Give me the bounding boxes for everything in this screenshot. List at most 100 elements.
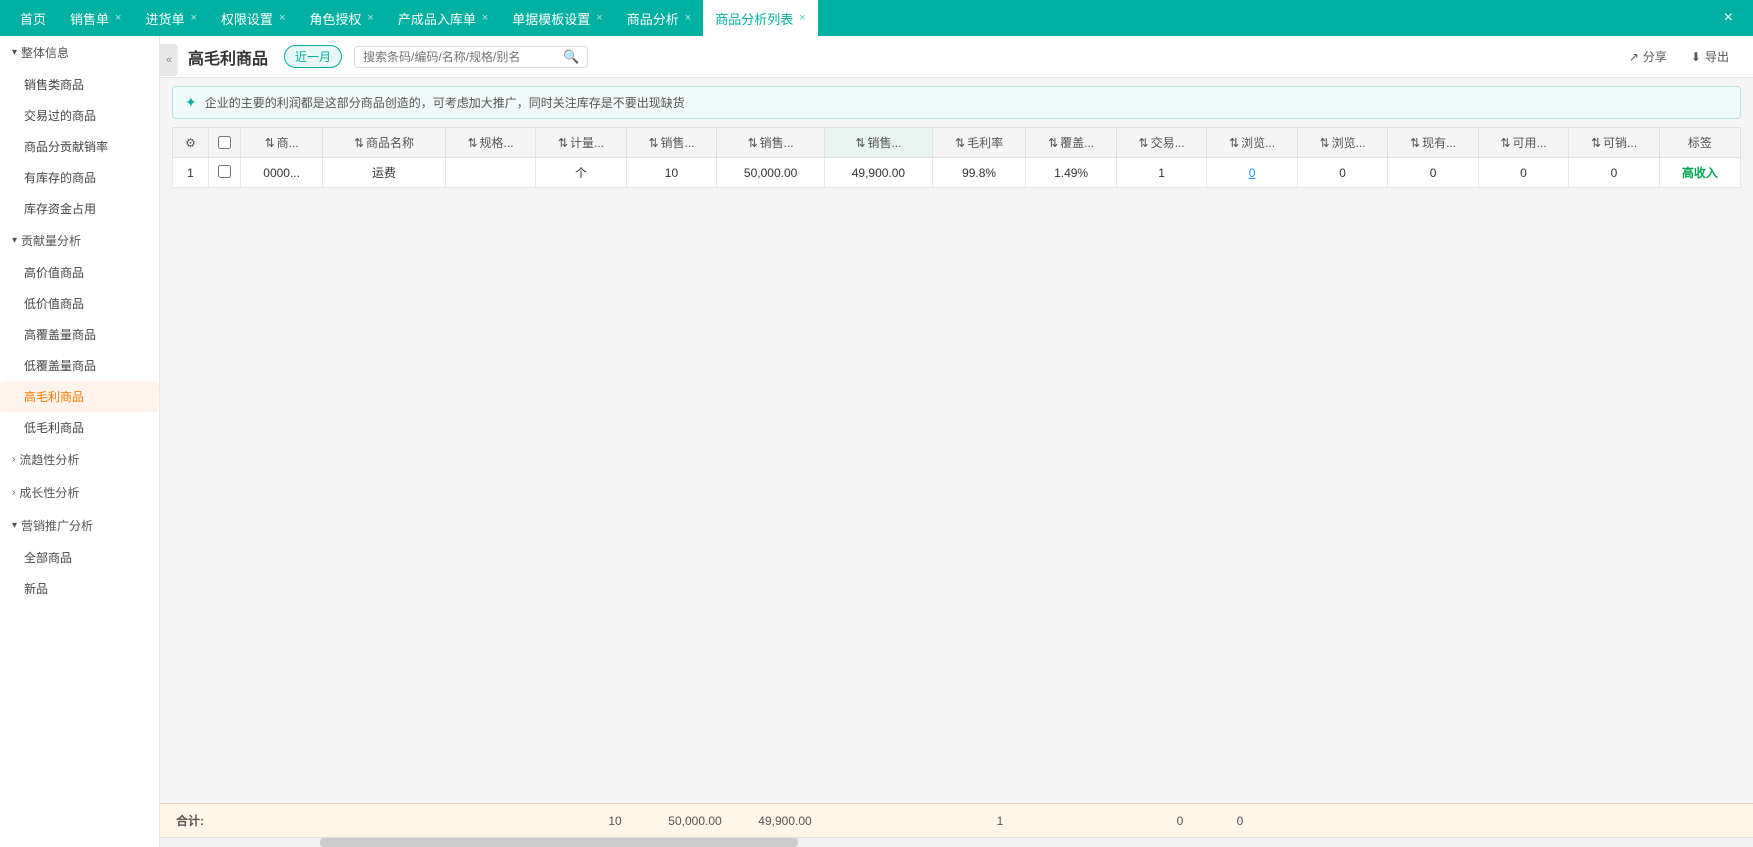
sidebar-item-stock-capital[interactable]: 库存资金占用 bbox=[0, 193, 159, 224]
footer-sales-qty: 10 bbox=[580, 814, 650, 828]
sidebar-section-trend[interactable]: › 流趋性分析 bbox=[0, 443, 159, 476]
sidebar-item-high-value[interactable]: 高价值商品 bbox=[0, 257, 159, 288]
close-purchase-order-icon[interactable]: × bbox=[190, 12, 196, 24]
main-layout: ▾ 整体信息 销售类商品 交易过的商品 商品分贡献销率 有库存的商品 库存资金占… bbox=[0, 36, 1753, 847]
row-checkbox[interactable] bbox=[218, 165, 231, 178]
close-sales-order-icon[interactable]: × bbox=[115, 12, 121, 24]
sidebar-section-overall[interactable]: ▾ 整体信息 bbox=[0, 36, 159, 69]
footer-trade-count: 1 bbox=[970, 814, 1030, 828]
col-sales-profit[interactable]: ⇅销售... bbox=[825, 128, 933, 158]
export-icon: ⬇ bbox=[1691, 50, 1701, 64]
search-input-wrap: 🔍 bbox=[354, 46, 588, 68]
col-current-stock[interactable]: ⇅现有... bbox=[1388, 128, 1478, 158]
total-label: 合计: bbox=[176, 812, 204, 829]
sidebar-section-marketing[interactable]: ▾ 营销推广分析 bbox=[0, 509, 159, 542]
cell-current-stock: 0 bbox=[1388, 158, 1478, 188]
sidebar-item-high-margin[interactable]: 高毛利商品 bbox=[0, 381, 159, 412]
page-title: 高毛利商品 bbox=[188, 45, 268, 69]
col-name[interactable]: ⇅商品名称 bbox=[323, 128, 446, 158]
cell-sales-profit: 49,900.00 bbox=[825, 158, 933, 188]
footer-sales-profit: 49,900.00 bbox=[740, 814, 830, 828]
content-area: « 高毛利商品 近一月 🔍 ↗ 分享 ⬇ 导出 ✦ 企业的主要的利润都是这部分商… bbox=[160, 36, 1753, 847]
col-available-stock[interactable]: ⇅可用... bbox=[1478, 128, 1568, 158]
footer-browse1 bbox=[1030, 814, 1090, 828]
share-icon: ↗ bbox=[1629, 50, 1639, 64]
cell-sales-qty: 10 bbox=[626, 158, 716, 188]
tip-icon: ✦ bbox=[185, 94, 197, 111]
nav-permission-settings[interactable]: 权限设置 × bbox=[209, 0, 297, 36]
cell-browse1[interactable]: 0 bbox=[1207, 158, 1297, 188]
close-template-settings-icon[interactable]: × bbox=[596, 12, 602, 24]
cell-index: 1 bbox=[173, 158, 209, 188]
settings-icon[interactable]: ⚙ bbox=[185, 136, 196, 150]
cell-unit: 个 bbox=[536, 158, 626, 188]
col-checkbox bbox=[209, 128, 241, 158]
content-header: 高毛利商品 近一月 🔍 ↗ 分享 ⬇ 导出 bbox=[160, 36, 1753, 78]
bottom-scrollbar[interactable] bbox=[160, 837, 1753, 847]
sidebar-item-in-stock-goods[interactable]: 有库存的商品 bbox=[0, 162, 159, 193]
sidebar-item-high-coverage[interactable]: 高覆盖量商品 bbox=[0, 319, 159, 350]
nav-product-analysis[interactable]: 商品分析 × bbox=[615, 0, 703, 36]
sidebar-section-contribution[interactable]: ▾ 贡献量分析 bbox=[0, 224, 159, 257]
data-table-wrap: ⚙ ⇅商... ⇅商品名称 ⇅规格... ⇅计量... ⇅销售... ⇅销售..… bbox=[172, 127, 1741, 803]
nav-sales-order[interactable]: 销售单 × bbox=[58, 0, 133, 36]
arrow-growth-icon: › bbox=[12, 487, 15, 498]
arrow-overall-icon: ▾ bbox=[12, 47, 17, 58]
sidebar-item-low-coverage[interactable]: 低覆盖量商品 bbox=[0, 350, 159, 381]
col-coverage[interactable]: ⇅覆盖... bbox=[1026, 128, 1116, 158]
data-table: ⚙ ⇅商... ⇅商品名称 ⇅规格... ⇅计量... ⇅销售... ⇅销售..… bbox=[172, 127, 1741, 188]
close-product-analysis-icon[interactable]: × bbox=[685, 12, 691, 24]
col-code[interactable]: ⇅商... bbox=[241, 128, 323, 158]
search-icon[interactable]: 🔍 bbox=[563, 49, 579, 65]
cell-tag: 高收入 bbox=[1659, 158, 1740, 188]
nav-role-auth[interactable]: 角色授权 × bbox=[297, 0, 385, 36]
cell-browse2: 0 bbox=[1297, 158, 1387, 188]
export-button[interactable]: ⬇ 导出 bbox=[1683, 44, 1737, 69]
close-product-inbound-icon[interactable]: × bbox=[482, 12, 488, 24]
col-browse1[interactable]: ⇅浏览... bbox=[1207, 128, 1297, 158]
col-trade-count[interactable]: ⇅交易... bbox=[1116, 128, 1206, 158]
select-all-checkbox[interactable] bbox=[218, 136, 231, 149]
window-close-button[interactable]: × bbox=[1712, 9, 1745, 27]
col-saleable-stock[interactable]: ⇅可销... bbox=[1569, 128, 1659, 158]
cell-coverage: 1.49% bbox=[1026, 158, 1116, 188]
close-permission-settings-icon[interactable]: × bbox=[279, 12, 285, 24]
sidebar-item-goods-contribution[interactable]: 商品分贡献销率 bbox=[0, 131, 159, 162]
col-spec[interactable]: ⇅规格... bbox=[445, 128, 535, 158]
sidebar-section-growth[interactable]: › 成长性分析 bbox=[0, 476, 159, 509]
share-button[interactable]: ↗ 分享 bbox=[1621, 44, 1675, 69]
close-role-auth-icon[interactable]: × bbox=[367, 12, 373, 24]
cell-sales-amount: 50,000.00 bbox=[717, 158, 825, 188]
arrow-trend-icon: › bbox=[12, 454, 15, 465]
top-navigation: 首页 销售单 × 进货单 × 权限设置 × 角色授权 × 产成品入库单 × 单据… bbox=[0, 0, 1753, 36]
nav-product-analysis-list[interactable]: 商品分析列表 × bbox=[703, 0, 817, 36]
arrow-contribution-icon: ▾ bbox=[12, 235, 17, 246]
col-sales-amount[interactable]: ⇅销售... bbox=[717, 128, 825, 158]
sidebar-item-traded-goods[interactable]: 交易过的商品 bbox=[0, 100, 159, 131]
col-unit[interactable]: ⇅计量... bbox=[536, 128, 626, 158]
time-filter-button[interactable]: 近一月 bbox=[284, 45, 342, 68]
sidebar-item-low-value[interactable]: 低价值商品 bbox=[0, 288, 159, 319]
sidebar-item-low-margin[interactable]: 低毛利商品 bbox=[0, 412, 159, 443]
nav-purchase-order[interactable]: 进货单 × bbox=[133, 0, 208, 36]
tip-text: 企业的主要的利润都是这部分商品创造的，可考虑加大推广，同时关注库存是不要出现缺货 bbox=[205, 94, 685, 111]
col-browse2[interactable]: ⇅浏览... bbox=[1297, 128, 1387, 158]
cell-code: 0000... bbox=[241, 158, 323, 188]
cell-checkbox bbox=[209, 158, 241, 188]
table-row: 1 0000... 运费 个 10 50,000.00 49,900.00 99… bbox=[173, 158, 1741, 188]
close-product-analysis-list-icon[interactable]: × bbox=[799, 12, 805, 24]
cell-spec bbox=[445, 158, 535, 188]
col-tag: 标签 bbox=[1659, 128, 1740, 158]
sidebar: ▾ 整体信息 销售类商品 交易过的商品 商品分贡献销率 有库存的商品 库存资金占… bbox=[0, 36, 160, 847]
sidebar-item-all-goods[interactable]: 全部商品 bbox=[0, 542, 159, 573]
search-input[interactable] bbox=[363, 50, 563, 64]
sidebar-collapse-button[interactable]: « bbox=[160, 44, 178, 76]
col-gross-margin[interactable]: ⇅毛利率 bbox=[932, 128, 1026, 158]
col-sales-qty[interactable]: ⇅销售... bbox=[626, 128, 716, 158]
sidebar-item-new-goods[interactable]: 新品 bbox=[0, 573, 159, 604]
nav-product-inbound[interactable]: 产成品入库单 × bbox=[386, 0, 500, 36]
footer-current-stock: 0 bbox=[1150, 814, 1210, 828]
nav-home[interactable]: 首页 bbox=[8, 0, 58, 36]
nav-template-settings[interactable]: 单据模板设置 × bbox=[500, 0, 614, 36]
sidebar-item-sales-goods[interactable]: 销售类商品 bbox=[0, 69, 159, 100]
